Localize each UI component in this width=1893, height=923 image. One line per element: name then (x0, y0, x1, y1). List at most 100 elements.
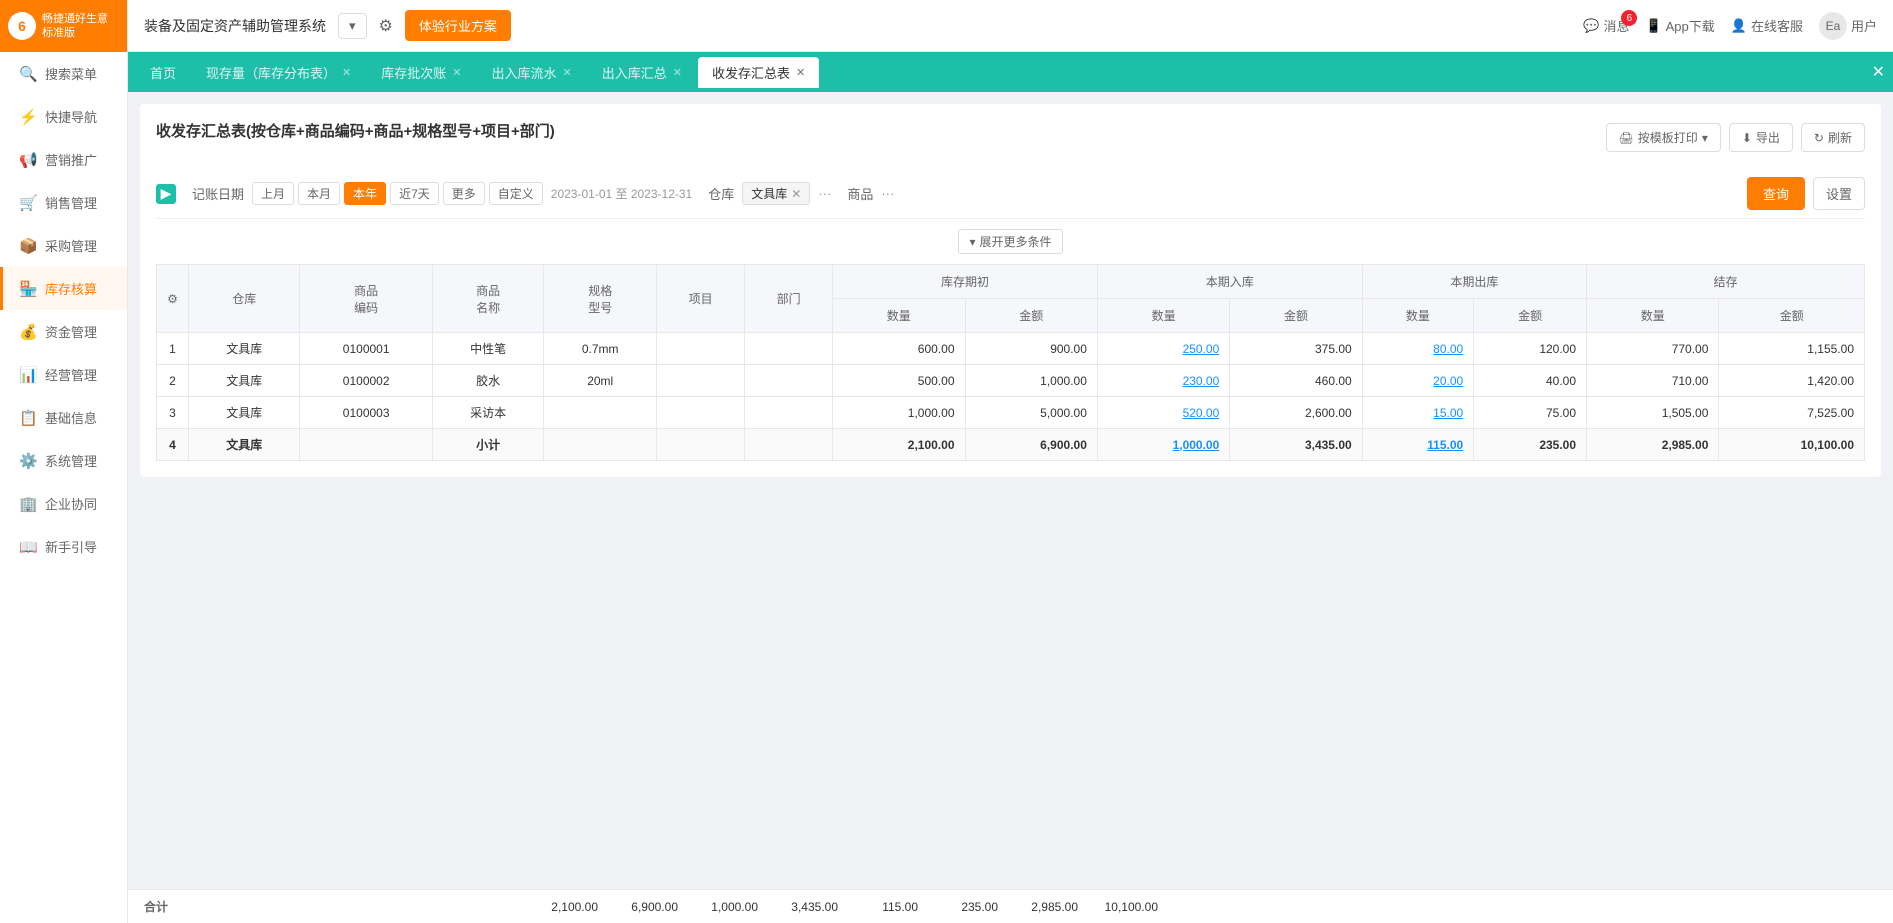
sidebar-icon-inventory: 🏪 (19, 280, 37, 298)
expand-label: 展开更多条件 (980, 233, 1052, 250)
date-btn-近7天[interactable]: 近7天 (390, 182, 439, 205)
try-button[interactable]: 体验行业方案 (405, 10, 511, 41)
date-btn-本年[interactable]: 本年 (344, 182, 386, 205)
cell-in-qty-0[interactable]: 250.00 (1097, 333, 1229, 365)
sidebar-item-inventory[interactable]: 🏪库存核算 (0, 267, 127, 310)
date-btn-上月[interactable]: 上月 (252, 182, 294, 205)
cell-in-qty-2[interactable]: 520.00 (1097, 397, 1229, 429)
sidebar-item-basic-info[interactable]: 📋基础信息 (0, 396, 127, 439)
date-btn-自定义[interactable]: 自定义 (489, 182, 543, 205)
sidebar-icon-system: ⚙️ (19, 452, 37, 470)
sidebar-item-quick-nav[interactable]: ⚡快捷导航 (0, 95, 127, 138)
cell-project-2 (657, 397, 745, 429)
th-dept: 部门 (745, 265, 833, 333)
th-settings[interactable]: ⚙ (157, 265, 189, 333)
app-download-label: App下载 (1666, 16, 1715, 35)
tab-close-in-out-flow[interactable]: ✕ (563, 66, 572, 79)
settings-button[interactable]: 设置 (1813, 177, 1865, 210)
user-item[interactable]: Ea 用户 (1819, 12, 1877, 40)
top-actions-row: 收发存汇总表(按仓库+商品编码+商品+规格型号+项目+部门) 🖨 按模板打印 ▾… (156, 120, 1865, 155)
tab-in-out-flow[interactable]: 出入库流水✕ (477, 57, 585, 88)
export-icon: ⬇ (1742, 131, 1752, 145)
tab-receive-summary[interactable]: 收发存汇总表 ✕ (698, 57, 819, 88)
sidebar-item-purchase[interactable]: 📦采购管理 (0, 224, 127, 267)
message-icon: 💬 (1583, 18, 1599, 34)
cell-in-qty-1[interactable]: 230.00 (1097, 365, 1229, 397)
messages-badge: 6 (1621, 10, 1637, 26)
expand-more-row: ▾ 展开更多条件 (156, 229, 1865, 254)
sidebar-icon-quick-nav: ⚡ (19, 108, 37, 126)
warehouse-more-dots[interactable]: ··· (818, 186, 831, 201)
sidebar-item-marketing[interactable]: 📢营销推广 (0, 138, 127, 181)
cell-warehouse-1: 文具库 (189, 365, 300, 397)
refresh-button[interactable]: ↻ 刷新 (1801, 123, 1865, 152)
export-label: 导出 (1756, 129, 1780, 146)
cell-in-amt-3: 3,435.00 (1230, 429, 1362, 461)
th-opening-amt: 金额 (965, 299, 1097, 333)
date-btn-更多[interactable]: 更多 (443, 182, 485, 205)
cell-dept-0 (745, 333, 833, 365)
sidebar-icon-purchase: 📦 (19, 237, 37, 255)
query-button[interactable]: 查询 (1747, 177, 1805, 210)
th-group-in: 本期入库 (1097, 265, 1362, 299)
cell-opening-amt-0: 900.00 (965, 333, 1097, 365)
tab-batch-ledger[interactable]: 库存批次账✕ (367, 57, 475, 88)
sidebar-item-search[interactable]: 🔍搜索菜单 (0, 52, 127, 95)
system-selector[interactable]: ▾ (338, 13, 367, 39)
topbar-right: 💬 消息 6 📱 App下载 👤 在线客服 Ea 用户 (1583, 12, 1877, 40)
tab-close-in-out-summary[interactable]: ✕ (673, 66, 682, 79)
tab-close-inventory-dist[interactable]: ✕ (342, 66, 351, 79)
sidebar-item-operations[interactable]: 📊经营管理 (0, 353, 127, 396)
sidebar-item-system[interactable]: ⚙️系统管理 (0, 439, 127, 482)
cell-out-qty-2[interactable]: 15.00 (1362, 397, 1474, 429)
tab-label-home: 首页 (150, 63, 176, 82)
table-row: 2 文具库 0100002 胶水 20ml 500.00 1,000.00 23… (157, 365, 1865, 397)
expand-conditions-button[interactable]: ▾ 展开更多条件 (958, 229, 1062, 254)
cell-out-qty-3[interactable]: 115.00 (1362, 429, 1474, 461)
th-in-qty: 数量 (1097, 299, 1229, 333)
export-button[interactable]: ⬇ 导出 (1729, 123, 1793, 152)
tab-close-receive-summary[interactable]: ✕ (796, 66, 805, 79)
cell-spec-3 (544, 429, 657, 461)
goods-more-dots[interactable]: ··· (881, 186, 894, 201)
cell-dept-3 (745, 429, 833, 461)
cell-balance-amt-1: 1,420.00 (1719, 365, 1865, 397)
warehouse-tag-close[interactable]: ✕ (791, 187, 801, 201)
sidebar-item-finance[interactable]: 💰资金管理 (0, 310, 127, 353)
cell-out-qty-1[interactable]: 20.00 (1362, 365, 1474, 397)
sidebar-item-guide[interactable]: 📖新手引导 (0, 525, 127, 568)
cell-project-3 (657, 429, 745, 461)
sidebar-item-enterprise[interactable]: 🏢企业协同 (0, 482, 127, 525)
tabs-close-all-icon[interactable]: ✕ (1872, 62, 1885, 82)
sidebar-item-sales[interactable]: 🛒销售管理 (0, 181, 127, 224)
cell-opening-qty-0: 600.00 (833, 333, 965, 365)
tab-inventory-dist[interactable]: 现存量（库存分布表）✕ (192, 57, 365, 88)
sidebar-icon-enterprise: 🏢 (19, 495, 37, 513)
cell-out-qty-0[interactable]: 80.00 (1362, 333, 1474, 365)
tab-in-out-summary[interactable]: 出入库汇总✕ (588, 57, 696, 88)
tab-close-batch-ledger[interactable]: ✕ (452, 66, 461, 79)
cell-out-amt-3: 235.00 (1474, 429, 1587, 461)
cell-dept-1 (745, 365, 833, 397)
date-btn-本月[interactable]: 本月 (298, 182, 340, 205)
cell-in-qty-3[interactable]: 1,000.00 (1097, 429, 1229, 461)
messages-item[interactable]: 💬 消息 6 (1583, 16, 1629, 35)
footer-nums: 2,100.00 6,900.00 1,000.00 3,435.00 115.… (188, 900, 1168, 914)
service-icon: 👤 (1731, 18, 1747, 34)
topbar-left: 装备及固定资产辅助管理系统 ▾ ⚙ 体验行业方案 (144, 10, 511, 41)
tab-label-receive-summary: 收发存汇总表 (712, 63, 790, 82)
tab-home[interactable]: 首页 (136, 57, 190, 88)
print-button[interactable]: 🖨 按模板打印 ▾ (1606, 123, 1721, 152)
online-service-item[interactable]: 👤 在线客服 (1731, 16, 1803, 35)
app-download-item[interactable]: 📱 App下载 (1645, 16, 1714, 35)
filter-toggle-button[interactable]: ▶ (156, 184, 176, 204)
warehouse-tag: 文具库 ✕ (742, 182, 810, 205)
cell-spec-2 (544, 397, 657, 429)
sidebar-label-search: 搜索菜单 (45, 64, 97, 83)
cell-spec-0: 0.7mm (544, 333, 657, 365)
cell-name-3: 小计 (432, 429, 543, 461)
footer-balance-amt: 10,100.00 (1088, 900, 1168, 914)
sidebar-icon-marketing: 📢 (19, 151, 37, 169)
settings-icon[interactable]: ⚙ (379, 16, 393, 36)
footer-in-qty: 1,000.00 (688, 900, 768, 914)
